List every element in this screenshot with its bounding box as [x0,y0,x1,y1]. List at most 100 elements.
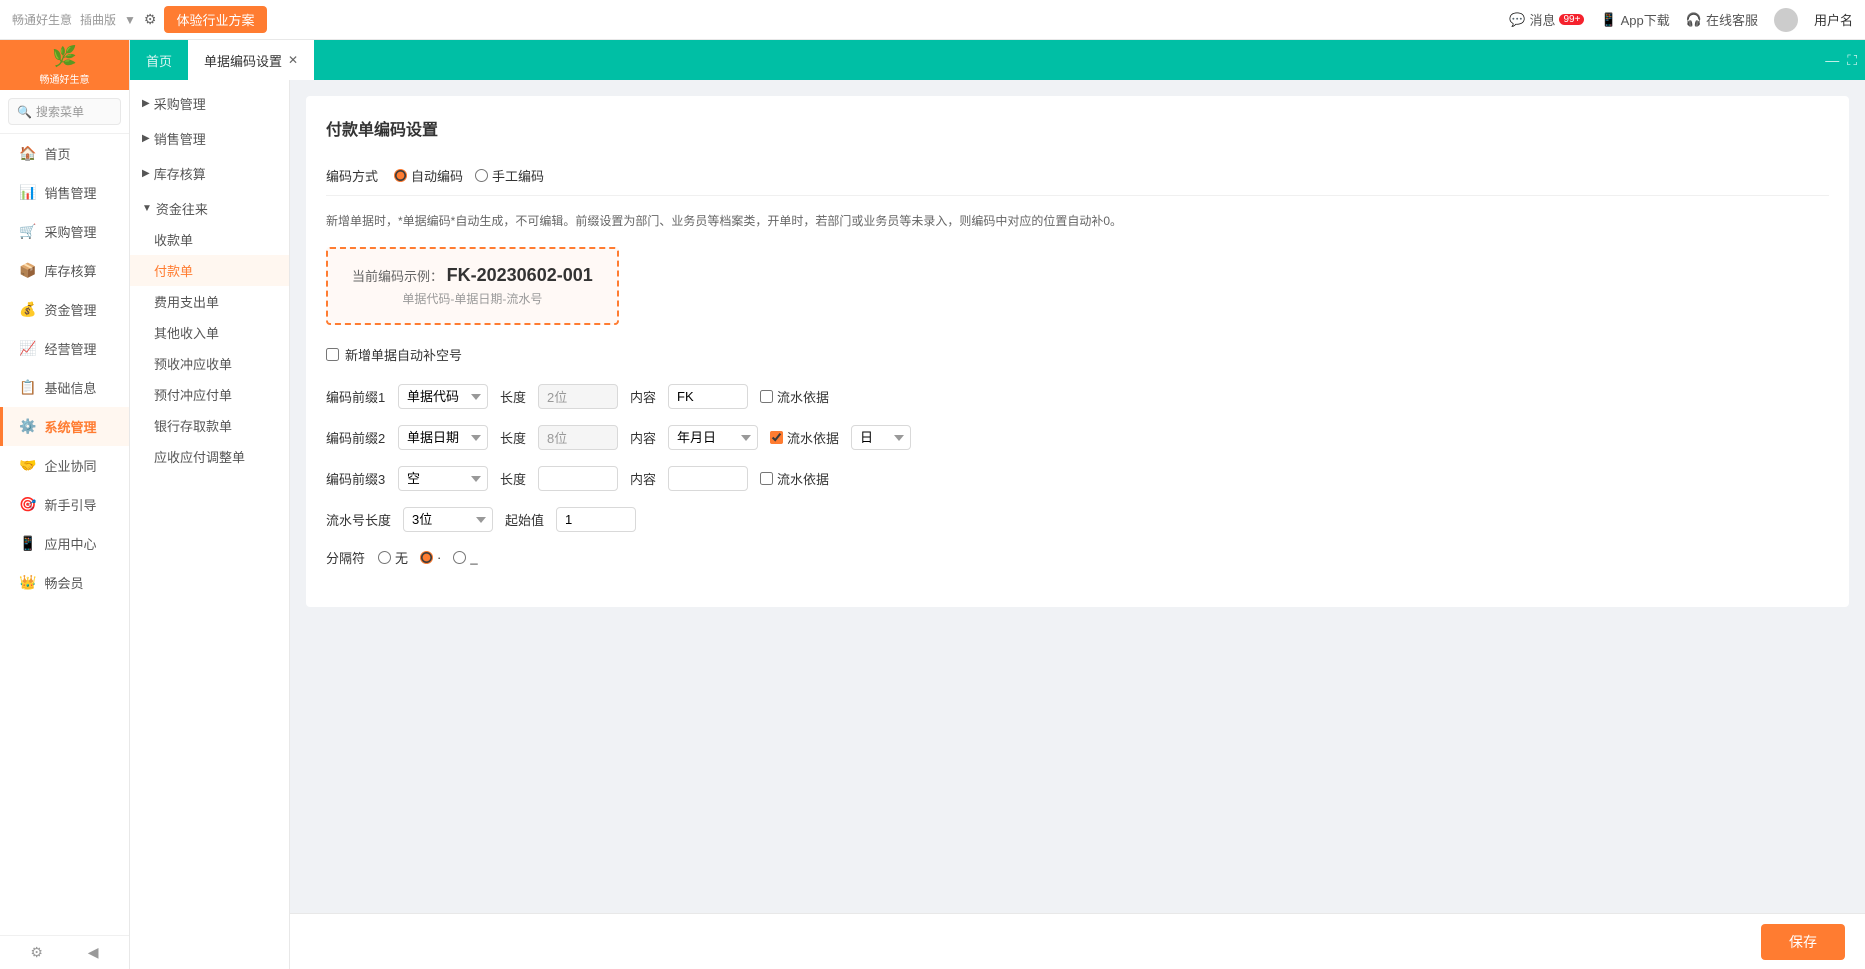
settings-icon[interactable]: ⚙ [30,944,43,961]
separator-none-item[interactable]: 无 [378,548,408,567]
group-label: 资金往来 [156,199,208,218]
sidebar-item-label: 基础信息 [44,378,96,397]
chevron-right-icon: ▶ [142,168,150,179]
sidebar-item-payment[interactable]: 付款单 [130,255,289,286]
app-download-item[interactable]: 📱 App下载 [1600,10,1669,29]
separator-underscore-radio[interactable] [453,551,466,564]
group-label: 库存核算 [154,164,206,183]
collapse-icon[interactable]: ◀ [88,944,99,961]
top-bar-right: 💬 消息 99+ 📱 App下载 🎧 在线客服 用户名 [1509,8,1853,32]
sidebar-item-home[interactable]: 🏠 首页 [0,134,129,173]
auto-code-label: 自动编码 [411,166,463,185]
search-button[interactable]: 🔍 搜索菜单 [8,98,121,125]
code-method-label: 编码方式 [326,166,378,185]
separator-none-radio[interactable] [378,551,391,564]
dropdown-arrow-icon[interactable]: ▼ [124,13,136,27]
separator-underscore-item[interactable]: _ [453,550,477,565]
message-item[interactable]: 💬 消息 99+ [1509,10,1584,29]
sidebar-item-finance[interactable]: 💰 资金管理 [0,290,129,329]
prefix1-content-input[interactable] [668,384,748,409]
tab-code-settings-label: 单据编码设置 [204,51,282,70]
prefix2-content-select[interactable]: 年月日 [668,425,758,450]
sidebar-item-sales[interactable]: 📊 销售管理 [0,173,129,212]
prefix3-watermark-checkbox[interactable] [760,472,773,485]
separator-dot-item[interactable]: · [420,550,441,565]
content-area: 首页 单据编码设置 ✕ — ⛶ ▶ 采购管理 [130,40,1865,969]
prefix2-period-select[interactable]: 日 [851,425,911,450]
online-service-item[interactable]: 🎧 在线客服 [1686,10,1758,29]
prefix1-select[interactable]: 单据代码 [398,384,488,409]
purchase-icon: 🛒 [19,223,36,240]
settings-gear-icon[interactable]: ⚙ [144,11,157,28]
search-label: 搜索菜单 [36,103,84,120]
sidebar-item-member[interactable]: 👑 畅会员 [0,563,129,602]
sidebar-item-basic[interactable]: 📋 基础信息 [0,368,129,407]
manual-code-radio-item[interactable]: 手工编码 [475,166,544,185]
avatar[interactable] [1774,8,1798,32]
sidebar-item-apps[interactable]: 📱 应用中心 [0,524,129,563]
group-inventory-title[interactable]: ▶ 库存核算 [130,158,289,189]
prefix3-length-input[interactable] [538,466,618,491]
separator-label: 分隔符 [326,548,366,567]
sidebar-item-other-income[interactable]: 其他收入单 [130,317,289,348]
brand-name: 畅通好生意 [12,11,72,28]
group-capital-flow: ▼ 资金往来 收款单 付款单 费用支出单 其他收入单 预收冲应收单 预付冲应付单… [130,193,289,472]
tab-close-icon[interactable]: ✕ [288,53,298,67]
prefix2-watermark-checkbox[interactable] [770,431,783,444]
top-bar: 畅通好生意 插曲版 ▼ ⚙ 体验行业方案 💬 消息 99+ 📱 App下载 🎧 … [0,0,1865,40]
sidebar-item-enterprise[interactable]: 🤝 企业协同 [0,446,129,485]
sidebar-logo: 🌿 畅通好生意 [0,40,129,90]
sidebar-item-expense[interactable]: 费用支出单 [130,286,289,317]
sidebar-item-inventory[interactable]: 📦 库存核算 [0,251,129,290]
group-sales-title[interactable]: ▶ 销售管理 [130,123,289,154]
sidebar-item-pre-receivable[interactable]: 预收冲应收单 [130,348,289,379]
prefix2-watermark-checkbox-row: 流水依据 [770,428,839,447]
app-icon: 📱 [1600,12,1616,28]
sidebar-item-label: 采购管理 [44,222,96,241]
sidebar-item-ar-ap-adjust[interactable]: 应收应付调整单 [130,441,289,472]
prefix3-label: 编码前缀3 [326,469,386,488]
auto-fill-checkbox[interactable] [326,348,339,361]
logo-text: 畅通好生意 [40,71,90,86]
serial-length-label: 流水号长度 [326,510,391,529]
sidebar-item-guide[interactable]: 🎯 新手引导 [0,485,129,524]
prefix3-select[interactable]: 空 [398,466,488,491]
prefix3-content-input[interactable] [668,466,748,491]
inner-layout: ▶ 采购管理 ▶ 销售管理 ▶ 库存核算 [130,80,1865,969]
group-capital-title[interactable]: ▼ 资金往来 [130,193,289,224]
sidebar-item-system[interactable]: ⚙️ 系统管理 [0,407,129,446]
sidebar-item-label: 库存核算 [44,261,96,280]
sidebar-item-bank-deposit[interactable]: 银行存取款单 [130,410,289,441]
experience-button[interactable]: 体验行业方案 [164,6,266,33]
tab-code-settings[interactable]: 单据编码设置 ✕ [188,40,314,80]
sidebar-item-purchase[interactable]: 🛒 采购管理 [0,212,129,251]
prefix2-select[interactable]: 单据日期 [398,425,488,450]
sidebar-search: 🔍 搜索菜单 [0,90,129,134]
serial-start-input[interactable] [556,507,636,532]
prefix2-label: 编码前缀2 [326,428,386,447]
serial-start-label: 起始值 [505,510,544,529]
manual-code-radio[interactable] [475,169,488,182]
separator-dot-radio[interactable] [420,551,433,564]
maximize-icon[interactable]: ⛶ [1847,52,1857,69]
auto-code-radio[interactable] [394,169,407,182]
guide-icon: 🎯 [19,496,36,513]
message-icon: 💬 [1509,12,1525,28]
save-button[interactable]: 保存 [1761,924,1845,960]
bottom-bar: 保存 [290,913,1865,969]
minimize-icon[interactable]: — [1825,52,1839,68]
second-sidebar: ▶ 采购管理 ▶ 销售管理 ▶ 库存核算 [130,80,290,969]
preview-desc: 单据代码-单据日期-流水号 [402,290,542,307]
sidebar-item-receipt[interactable]: 收款单 [130,224,289,255]
group-purchase-title[interactable]: ▶ 采购管理 [130,88,289,119]
sidebar-item-label: 系统管理 [44,417,96,436]
sidebar-item-pre-payable[interactable]: 预付冲应付单 [130,379,289,410]
auto-code-radio-item[interactable]: 自动编码 [394,166,463,185]
prefix1-watermark-label: 流水依据 [777,387,829,406]
serial-length-select[interactable]: 3位 [403,507,493,532]
sidebar-item-operations[interactable]: 📈 经营管理 [0,329,129,368]
sidebar-item-label: 经营管理 [44,339,96,358]
message-badge: 99+ [1559,14,1584,25]
prefix1-watermark-checkbox[interactable] [760,390,773,403]
tab-home[interactable]: 首页 [130,40,188,80]
